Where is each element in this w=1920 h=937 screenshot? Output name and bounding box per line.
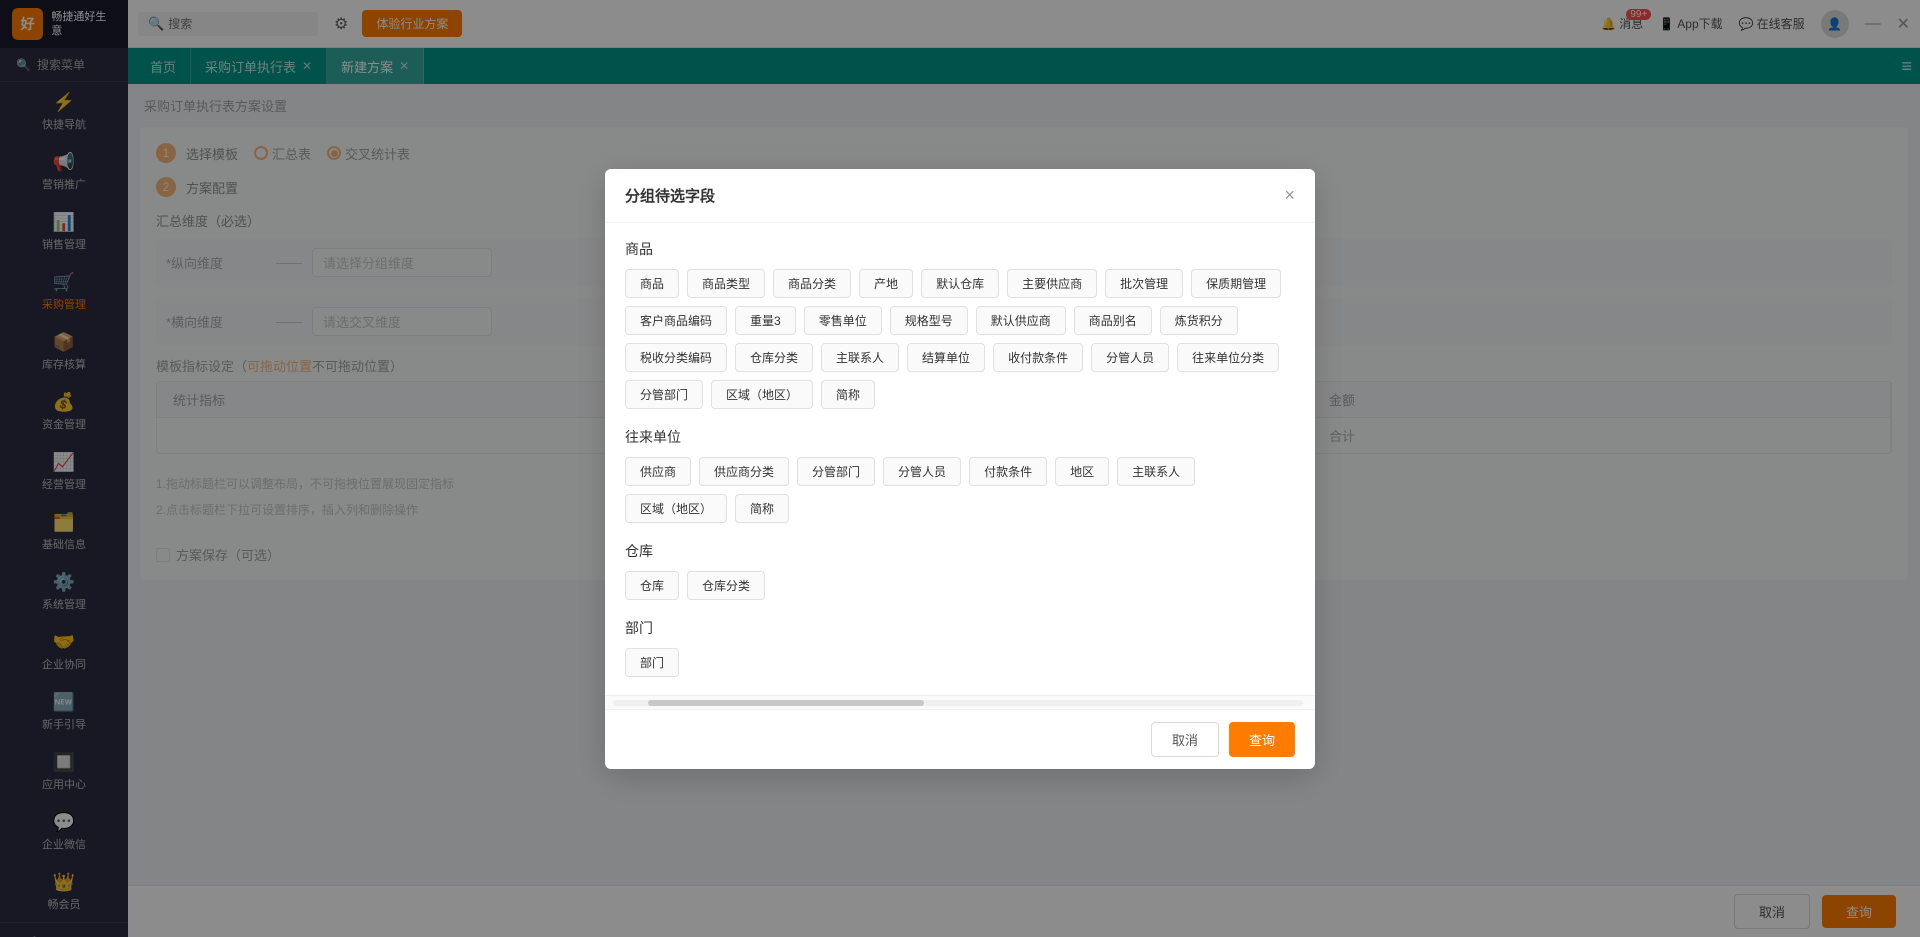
department-field-tags: 部门 [625,648,1295,677]
field-tag[interactable]: 客户商品编码 [625,306,727,335]
field-tag[interactable]: 简称 [821,380,875,409]
field-tag[interactable]: 分管人员 [883,457,961,486]
modal-hscrollbar[interactable] [605,695,1315,709]
hscroll-thumb [648,700,924,706]
field-tag[interactable]: 往来单位分类 [1177,343,1279,372]
field-tag[interactable]: 简称 [735,494,789,523]
section-title-partner: 往来单位 [625,427,1295,447]
field-tag[interactable]: 主要供应商 [1007,269,1097,298]
modal-title: 分组待选字段 [625,185,715,206]
field-tag[interactable]: 保质期管理 [1191,269,1281,298]
modal-footer: 取消 查询 [605,709,1315,769]
field-tag[interactable]: 规格型号 [890,306,968,335]
field-tag[interactable]: 区域（地区） [625,494,727,523]
field-tag[interactable]: 区域（地区） [711,380,813,409]
field-tag[interactable]: 仓库分类 [735,343,813,372]
modal-header: 分组待选字段 × [605,169,1315,223]
field-tag[interactable]: 仓库分类 [687,571,765,600]
field-section-warehouse: 仓库 仓库 仓库分类 [625,541,1295,600]
modal-body[interactable]: 商品 商品 商品类型 商品分类 产地 默认仓库 主要供应商 批次管理 保质期管理… [605,223,1315,695]
product-field-tags: 商品 商品类型 商品分类 产地 默认仓库 主要供应商 批次管理 保质期管理 客户… [625,269,1295,409]
field-tag[interactable]: 主联系人 [821,343,899,372]
partner-field-tags: 供应商 供应商分类 分管部门 分管人员 付款条件 地区 主联系人 区域（地区） … [625,457,1295,523]
section-title-warehouse: 仓库 [625,541,1295,561]
field-tag[interactable]: 默认仓库 [921,269,999,298]
field-tag[interactable]: 批次管理 [1105,269,1183,298]
field-tag[interactable]: 地区 [1055,457,1109,486]
field-tag[interactable]: 分管部门 [625,380,703,409]
field-tag[interactable]: 结算单位 [907,343,985,372]
field-tag[interactable]: 分管部门 [797,457,875,486]
field-tag[interactable]: 仓库 [625,571,679,600]
field-tag[interactable]: 收付款条件 [993,343,1083,372]
field-select-modal: 分组待选字段 × 商品 商品 商品类型 商品分类 产地 默认仓库 主要供应商 批… [605,169,1315,769]
field-tag[interactable]: 重量3 [735,306,796,335]
field-tag[interactable]: 部门 [625,648,679,677]
field-section-partner: 往来单位 供应商 供应商分类 分管部门 分管人员 付款条件 地区 主联系人 区域… [625,427,1295,523]
modal-cancel-button[interactable]: 取消 [1151,722,1219,757]
modal-overlay: 分组待选字段 × 商品 商品 商品类型 商品分类 产地 默认仓库 主要供应商 批… [0,0,1920,937]
field-tag[interactable]: 商品类型 [687,269,765,298]
section-title-product: 商品 [625,239,1295,259]
field-tag[interactable]: 商品 [625,269,679,298]
field-tag[interactable]: 商品分类 [773,269,851,298]
field-tag[interactable]: 商品别名 [1074,306,1152,335]
field-tag[interactable]: 供应商分类 [699,457,789,486]
field-tag[interactable]: 供应商 [625,457,691,486]
section-title-department: 部门 [625,618,1295,638]
field-tag[interactable]: 炼货积分 [1160,306,1238,335]
field-tag[interactable]: 零售单位 [804,306,882,335]
modal-confirm-button[interactable]: 查询 [1229,722,1295,757]
field-tag[interactable]: 税收分类编码 [625,343,727,372]
field-tag[interactable]: 产地 [859,269,913,298]
modal-close-button[interactable]: × [1284,186,1295,204]
field-tag[interactable]: 付款条件 [969,457,1047,486]
warehouse-field-tags: 仓库 仓库分类 [625,571,1295,600]
field-section-department: 部门 部门 [625,618,1295,677]
field-tag[interactable]: 默认供应商 [976,306,1066,335]
field-section-product: 商品 商品 商品类型 商品分类 产地 默认仓库 主要供应商 批次管理 保质期管理… [625,239,1295,409]
field-tag[interactable]: 分管人员 [1091,343,1169,372]
field-tag[interactable]: 主联系人 [1117,457,1195,486]
